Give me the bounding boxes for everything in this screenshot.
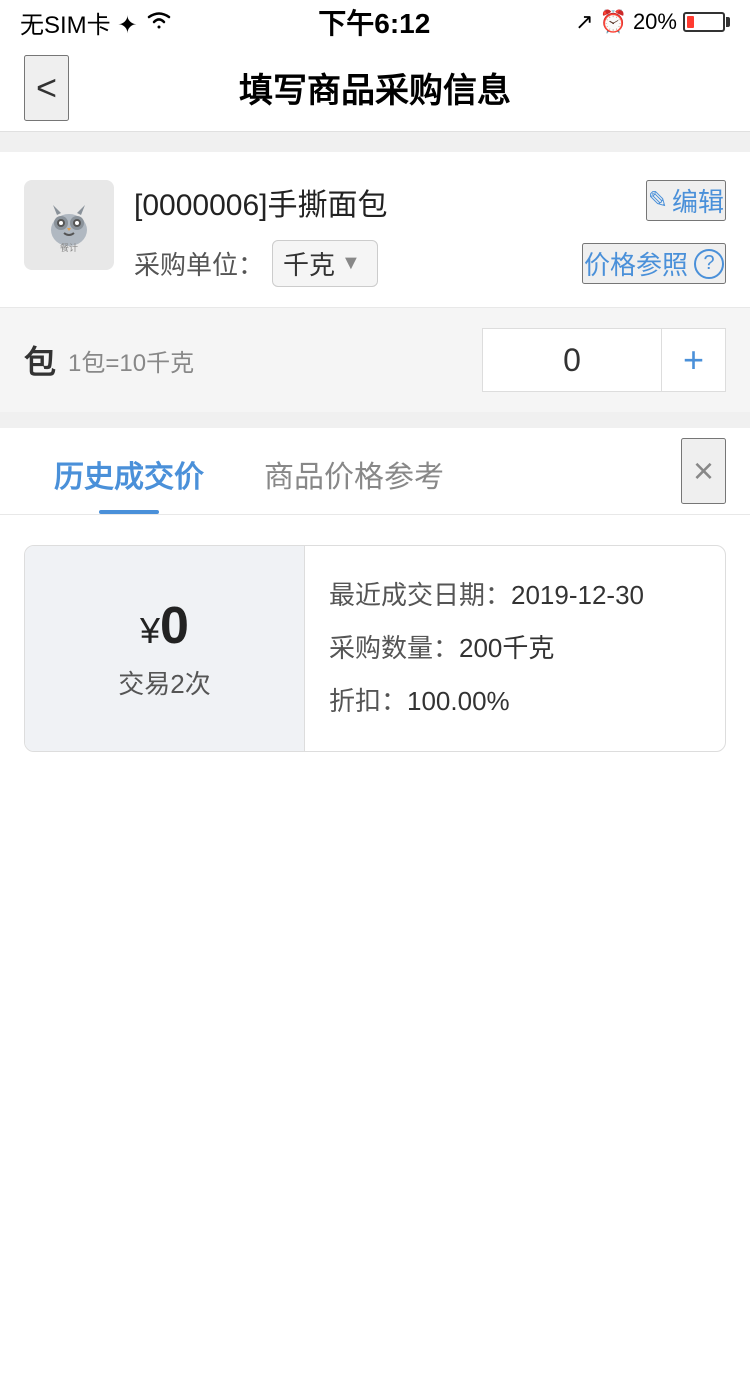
product-thumbnail: 餐计 xyxy=(39,195,99,255)
quantity-row: 包 1包=10千克 0 + xyxy=(0,307,750,412)
unit-main: 包 xyxy=(24,337,56,383)
battery-percent: 20% xyxy=(633,9,677,35)
location-icon: ↗ xyxy=(575,9,593,35)
currency-symbol: ¥ xyxy=(140,610,160,651)
quantity-label: 包 1包=10千克 xyxy=(24,337,194,383)
status-left: 无SIM卡 ✦ xyxy=(20,5,173,40)
product-info: [0000006]手撕面包 ✎ 编辑 采购单位： 千克 ▼ 价格参照 ? xyxy=(134,180,726,287)
close-button[interactable]: × xyxy=(681,438,726,504)
tab-reference-label: 商品价格参考 xyxy=(264,461,444,494)
price-ref-label: 价格参照 xyxy=(584,245,688,282)
product-title: 手撕面包 xyxy=(267,189,387,222)
purchase-qty-row: 采购数量：200千克 xyxy=(329,629,701,668)
tabs-panel: 历史成交价 商品价格参考 × ¥0 交易2次 最近成交日期：2019-12-30… xyxy=(0,428,750,782)
purchase-qty-label: 采购数量： xyxy=(329,633,459,663)
help-icon: ? xyxy=(694,249,724,279)
quantity-value: 0 xyxy=(563,342,581,379)
alarm-icon: ⏰ xyxy=(600,9,627,35)
product-image: 餐计 xyxy=(24,180,114,270)
unit-text: 采购单位： xyxy=(134,245,264,282)
product-card: 餐计 [0000006]手撕面包 ✎ 编辑 采购单位： 千克 ▼ 价格参照 xyxy=(0,152,750,307)
recent-date-label: 最近成交日期： xyxy=(329,580,511,610)
discount-value: 100.00% xyxy=(407,686,510,716)
product-unit-row: 采购单位： 千克 ▼ 价格参照 ? xyxy=(134,240,726,287)
tab-history-label: 历史成交价 xyxy=(54,461,204,494)
transaction-summary: ¥0 交易2次 xyxy=(25,546,305,751)
page-title: 填写商品采购信息 xyxy=(239,63,511,112)
quantity-input[interactable]: 0 xyxy=(482,328,662,392)
nav-bar: < 填写商品采购信息 xyxy=(0,44,750,132)
status-time: 下午6:12 xyxy=(318,2,430,42)
price-value: 0 xyxy=(160,597,189,655)
unit-selector[interactable]: 千克 ▼ xyxy=(272,240,378,287)
wifi-icon xyxy=(145,8,173,36)
discount-row: 折扣：100.00% xyxy=(329,682,701,721)
transaction-details: 最近成交日期：2019-12-30 采购数量：200千克 折扣：100.00% xyxy=(305,546,725,751)
quantity-plus-button[interactable]: + xyxy=(662,328,726,392)
transaction-section: ¥0 交易2次 最近成交日期：2019-12-30 采购数量：200千克 折扣：… xyxy=(0,515,750,782)
price-reference-button[interactable]: 价格参照 ? xyxy=(582,243,726,284)
tab-history-price[interactable]: 历史成交价 xyxy=(24,428,234,514)
back-button[interactable]: < xyxy=(24,55,69,121)
transaction-price: ¥0 xyxy=(140,596,189,656)
bottom-area xyxy=(0,782,750,1382)
purchase-qty-value: 200千克 xyxy=(459,633,554,663)
discount-label: 折扣： xyxy=(329,686,407,716)
edit-label: 编辑 xyxy=(672,182,724,219)
unit-value: 千克 xyxy=(283,245,335,282)
transaction-count: 交易2次 xyxy=(118,664,210,701)
edit-button[interactable]: ✎ 编辑 xyxy=(646,180,726,221)
edit-icon: ✎ xyxy=(648,186,668,215)
recent-date-row: 最近成交日期：2019-12-30 xyxy=(329,576,701,615)
product-header: [0000006]手撕面包 ✎ 编辑 xyxy=(134,180,726,224)
transaction-card: ¥0 交易2次 最近成交日期：2019-12-30 采购数量：200千克 折扣：… xyxy=(24,545,726,752)
tab-price-reference[interactable]: 商品价格参考 xyxy=(234,428,474,514)
tabs-header: 历史成交价 商品价格参考 × xyxy=(0,428,750,515)
carrier-text: 无SIM卡 ✦ xyxy=(20,5,137,40)
product-id: [0000006] xyxy=(134,189,267,222)
unit-label: 采购单位： 千克 ▼ xyxy=(134,240,378,287)
status-right: ↗ ⏰ 20% xyxy=(575,9,730,35)
quantity-controls: 0 + xyxy=(482,328,726,392)
recent-date-value: 2019-12-30 xyxy=(511,580,644,610)
battery-icon xyxy=(683,12,730,32)
status-bar: 无SIM卡 ✦ 下午6:12 ↗ ⏰ 20% xyxy=(0,0,750,44)
chevron-down-icon: ▼ xyxy=(341,252,361,275)
svg-text:餐计: 餐计 xyxy=(60,242,78,253)
unit-conversion: 1包=10千克 xyxy=(68,343,194,378)
tabs-list: 历史成交价 商品价格参考 xyxy=(24,428,474,514)
product-name: [0000006]手撕面包 xyxy=(134,180,387,224)
